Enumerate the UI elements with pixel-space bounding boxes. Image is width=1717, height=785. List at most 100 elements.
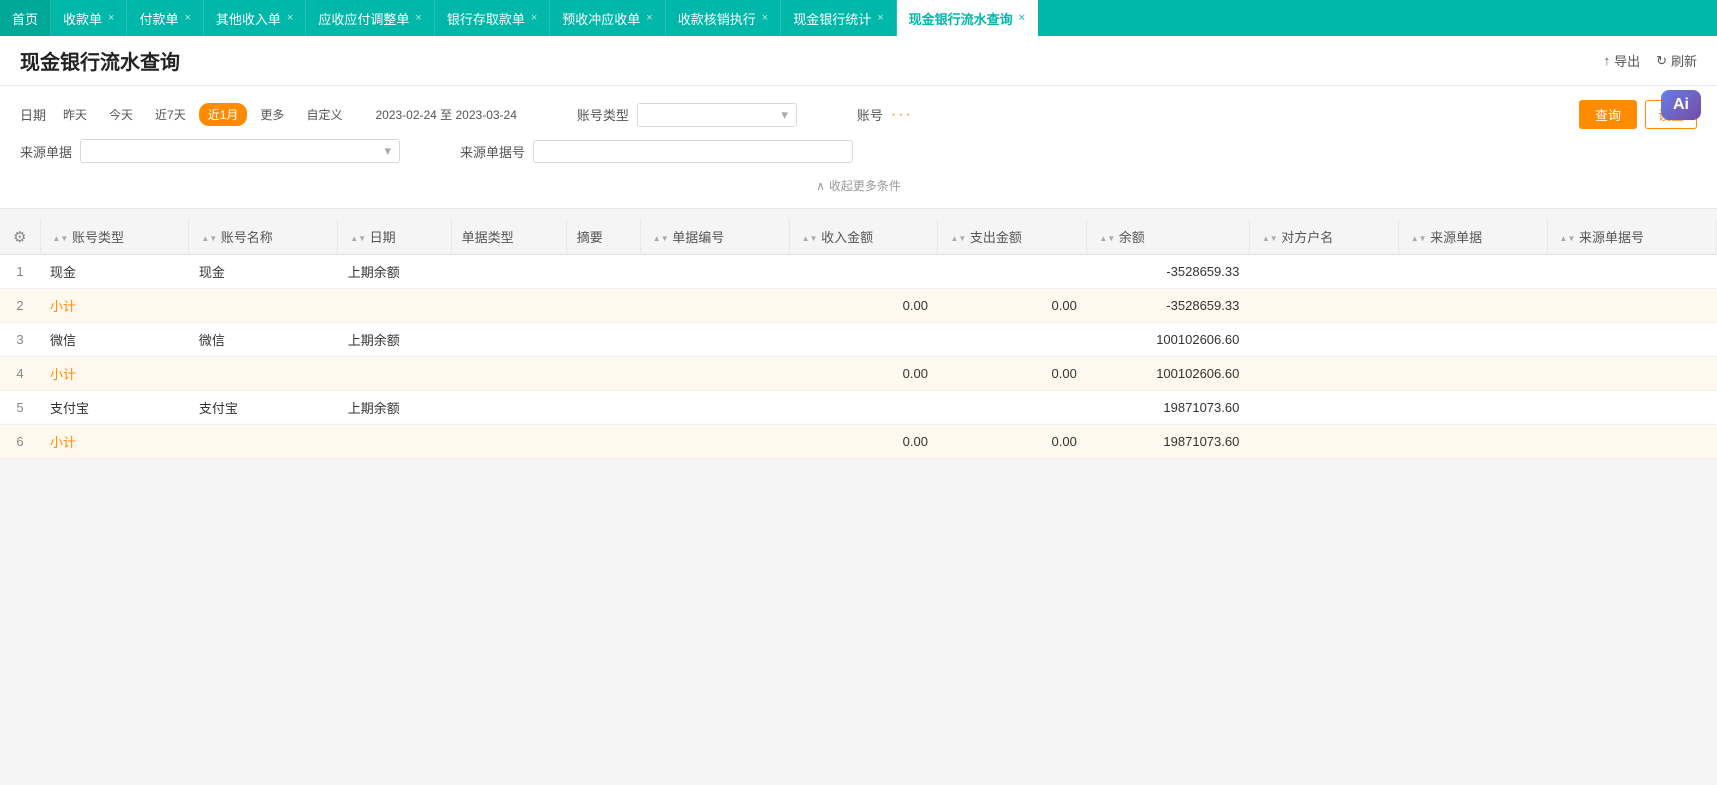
- date-btn-custom[interactable]: 自定义: [297, 103, 351, 126]
- source-doc-no-label: 来源单据号: [460, 142, 525, 161]
- row-summary: [566, 289, 640, 323]
- table-row[interactable]: 5支付宝支付宝上期余额19871073.60: [0, 391, 1717, 425]
- col-summary: 摘要: [566, 219, 640, 255]
- sort-icon[interactable]: ▲▼: [1411, 234, 1427, 243]
- close-icon[interactable]: ×: [287, 12, 293, 24]
- row-expense: [938, 323, 1087, 357]
- filter-row-2: 来源单据 ▾ 来源单据号: [20, 139, 1697, 163]
- collapse-arrow-icon: ∧: [816, 179, 825, 193]
- source-doc-filter: 来源单据 ▾: [20, 139, 400, 163]
- filter-area: 日期 昨天 今天 近7天 近1月 更多 自定义 2023-02-24 至 202…: [0, 86, 1717, 209]
- close-icon[interactable]: ×: [762, 12, 768, 24]
- row-balance: 100102606.60: [1087, 357, 1250, 391]
- sort-icon[interactable]: ▲▼: [1560, 234, 1576, 243]
- row-account-type: 现金: [40, 255, 189, 289]
- collapse-bar[interactable]: ∧ 收起更多条件: [20, 173, 1697, 198]
- account-type-filter: 账号类型 ▾: [577, 103, 797, 127]
- nav-tab-stats[interactable]: 现金银行统计 ×: [781, 0, 896, 36]
- nav-tab-other-income[interactable]: 其他收入单 ×: [204, 0, 306, 36]
- col-account-type: ▲▼ 账号类型: [40, 219, 189, 255]
- row-summary: [566, 391, 640, 425]
- table-row[interactable]: 1现金现金上期余额-3528659.33: [0, 255, 1717, 289]
- ai-badge[interactable]: Ai: [1661, 90, 1701, 120]
- row-doc-type: [451, 255, 566, 289]
- source-doc-no-filter: 来源单据号: [460, 140, 853, 163]
- row-date: [338, 289, 451, 323]
- sort-icon[interactable]: ▲▼: [201, 234, 217, 243]
- source-doc-no-input[interactable]: [533, 140, 853, 163]
- sort-icon[interactable]: ▲▼: [802, 234, 818, 243]
- row-seq: 4: [0, 357, 40, 391]
- nav-tab-verify[interactable]: 收款核销执行 ×: [666, 0, 781, 36]
- filter-row-1: 日期 昨天 今天 近7天 近1月 更多 自定义 2023-02-24 至 202…: [20, 100, 1697, 129]
- sort-icon[interactable]: ▲▼: [1099, 234, 1115, 243]
- row-account-type: 支付宝: [40, 391, 189, 425]
- sort-icon[interactable]: ▲▼: [1262, 234, 1278, 243]
- close-icon[interactable]: ×: [531, 12, 537, 24]
- refresh-icon: ↻: [1656, 53, 1667, 69]
- page-title: 现金银行流水查询: [20, 46, 180, 75]
- sort-icon[interactable]: ▲▼: [53, 234, 69, 243]
- account-type-select[interactable]: ▾: [637, 103, 797, 127]
- row-doc-no: [640, 391, 789, 425]
- row-expense: 0.00: [938, 425, 1087, 459]
- query-button[interactable]: 查询: [1579, 100, 1637, 129]
- table-row[interactable]: 3微信微信上期余额100102606.60: [0, 323, 1717, 357]
- export-button[interactable]: ↑ 导出: [1604, 51, 1641, 70]
- close-icon[interactable]: ×: [184, 12, 190, 24]
- row-summary: [566, 357, 640, 391]
- sort-icon[interactable]: ▲▼: [950, 234, 966, 243]
- table-row[interactable]: 6小计0.000.0019871073.60: [0, 425, 1717, 459]
- refresh-button[interactable]: ↻ 刷新: [1656, 51, 1697, 70]
- close-icon[interactable]: ×: [646, 12, 652, 24]
- sort-icon[interactable]: ▲▼: [350, 234, 366, 243]
- col-doc-type: 单据类型: [451, 219, 566, 255]
- date-btn-more[interactable]: 更多: [251, 103, 293, 126]
- row-doc-no: [640, 323, 789, 357]
- data-table: ⚙ ▲▼ 账号类型 ▲▼ 账号名称 ▲▼ 日期 单据类型 摘要 ▲▼: [0, 219, 1717, 459]
- row-counterpart: [1249, 425, 1398, 459]
- date-btn-yesterday[interactable]: 昨天: [54, 103, 96, 126]
- tab-label: 现金银行统计: [793, 9, 871, 28]
- row-source-doc: [1398, 357, 1547, 391]
- source-doc-select[interactable]: ▾: [80, 139, 400, 163]
- row-date: 上期余额: [338, 391, 451, 425]
- sort-icon[interactable]: ▲▼: [653, 234, 669, 243]
- col-expense: ▲▼ 支出金额: [938, 219, 1087, 255]
- date-btn-7days[interactable]: 近7天: [146, 103, 195, 126]
- row-balance: 100102606.60: [1087, 323, 1250, 357]
- date-btn-today[interactable]: 今天: [100, 103, 142, 126]
- table-row[interactable]: 2小计0.000.00-3528659.33: [0, 289, 1717, 323]
- account-type-label: 账号类型: [577, 105, 629, 124]
- source-doc-label: 来源单据: [20, 142, 72, 161]
- date-btn-1month[interactable]: 近1月: [199, 103, 248, 126]
- row-seq: 6: [0, 425, 40, 459]
- export-label: 导出: [1614, 51, 1640, 70]
- row-doc-no: [640, 255, 789, 289]
- close-icon[interactable]: ×: [1019, 12, 1025, 24]
- nav-tab-shoukuan[interactable]: 收款单 ×: [51, 0, 127, 36]
- nav-tab-fukuan[interactable]: 付款单 ×: [127, 0, 203, 36]
- close-icon[interactable]: ×: [108, 12, 114, 24]
- col-account-name: ▲▼ 账号名称: [189, 219, 338, 255]
- row-account-name: [189, 425, 338, 459]
- gear-icon[interactable]: ⚙: [13, 229, 26, 246]
- row-source-doc-no: [1547, 391, 1716, 425]
- account-filter: 账号 ···: [857, 105, 913, 124]
- col-balance: ▲▼ 余额: [1087, 219, 1250, 255]
- nav-tab-bank-deposit[interactable]: 银行存取款单 ×: [435, 0, 550, 36]
- close-icon[interactable]: ×: [415, 12, 421, 24]
- tab-label: 应收应付调整单: [318, 9, 409, 28]
- nav-tab-home[interactable]: 首页: [0, 0, 51, 36]
- account-label: 账号: [857, 105, 883, 124]
- table-row[interactable]: 4小计0.000.00100102606.60: [0, 357, 1717, 391]
- row-account-name: 支付宝: [189, 391, 338, 425]
- close-icon[interactable]: ×: [877, 12, 883, 24]
- nav-tab-adjustment[interactable]: 应收应付调整单 ×: [306, 0, 434, 36]
- account-ellipsis[interactable]: ···: [891, 106, 913, 124]
- row-doc-no: [640, 425, 789, 459]
- row-income: [789, 323, 938, 357]
- nav-tab-prepaid[interactable]: 预收冲应收单 ×: [550, 0, 665, 36]
- row-account-name: 微信: [189, 323, 338, 357]
- nav-tab-cashflow[interactable]: 现金银行流水查询 ×: [897, 0, 1038, 36]
